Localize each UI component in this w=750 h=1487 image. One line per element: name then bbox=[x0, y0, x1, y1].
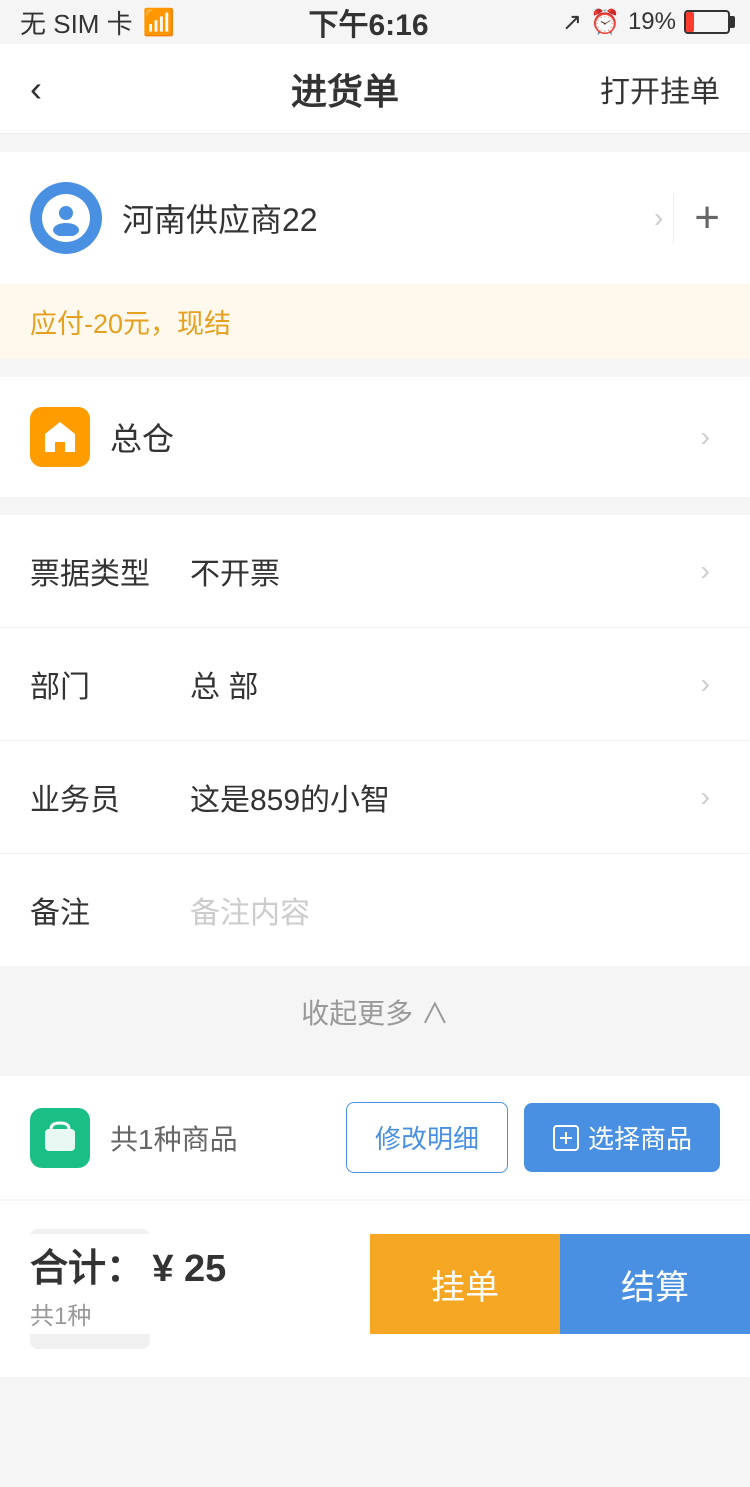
location-icon: ↗ bbox=[562, 8, 582, 37]
warehouse-icon bbox=[30, 407, 90, 467]
notice-text: 应付-20元，现结 bbox=[30, 309, 231, 339]
invoice-value: 不开票 bbox=[170, 549, 701, 593]
total-value: ¥ 25 bbox=[152, 1248, 226, 1290]
open-hang-button[interactable]: 打开挂单 bbox=[600, 67, 720, 111]
select-product-label: 选择商品 bbox=[588, 1119, 692, 1156]
supplier-row[interactable]: 河南供应商22 › + bbox=[0, 152, 750, 284]
avatar-inner bbox=[42, 194, 90, 242]
supplier-avatar bbox=[30, 182, 102, 254]
nav-bar: ‹ 进货单 打开挂单 bbox=[0, 44, 750, 134]
bottom-bar: 合计： ¥ 25 共1种 挂单 结算 bbox=[0, 1234, 750, 1334]
select-icon bbox=[552, 1124, 580, 1152]
dept-row[interactable]: 部门 总 部 › bbox=[0, 628, 750, 741]
wifi-icon: 📶 bbox=[143, 7, 175, 38]
battery-icon bbox=[684, 10, 730, 34]
cart-icon bbox=[41, 1119, 79, 1157]
warehouse-chevron-icon: › bbox=[701, 421, 710, 453]
total-label: 合计： bbox=[30, 1248, 144, 1290]
notice-bar: 应付-20元，现结 bbox=[0, 284, 750, 359]
battery-fill bbox=[686, 12, 694, 32]
remark-label: 备注 bbox=[30, 888, 170, 932]
back-button[interactable]: ‹ bbox=[30, 68, 90, 110]
form-section: 票据类型 不开票 › 部门 总 部 › 业务员 这是859的小智 › 备注 备注… bbox=[0, 515, 750, 966]
supplier-name: 河南供应商22 bbox=[122, 195, 654, 241]
user-icon bbox=[48, 200, 84, 236]
status-carrier: 无 SIM 卡 📶 bbox=[20, 4, 175, 41]
chevron-right-icon: › bbox=[654, 202, 663, 234]
carrier-text: 无 SIM 卡 bbox=[20, 4, 133, 41]
total-section: 合计： ¥ 25 共1种 bbox=[0, 1234, 370, 1334]
dept-chevron-icon: › bbox=[701, 668, 710, 700]
remark-row[interactable]: 备注 备注内容 bbox=[0, 854, 750, 966]
warehouse-section[interactable]: 总仓 › bbox=[0, 377, 750, 497]
invoice-row[interactable]: 票据类型 不开票 › bbox=[0, 515, 750, 628]
products-header: 共1种商品 修改明细 选择商品 bbox=[0, 1076, 750, 1199]
dept-value: 总 部 bbox=[170, 662, 701, 706]
status-time: 下午6:16 bbox=[308, 0, 428, 44]
sales-chevron-icon: › bbox=[701, 781, 710, 813]
status-right: ↗ ⏰ 19% bbox=[562, 8, 730, 37]
products-icon bbox=[30, 1108, 90, 1168]
house-icon bbox=[41, 418, 79, 456]
sales-value: 这是859的小智 bbox=[170, 775, 701, 819]
total-count: 共1种 bbox=[30, 1296, 340, 1331]
dept-label: 部门 bbox=[30, 662, 170, 706]
battery-text: 19% bbox=[628, 8, 676, 36]
alarm-icon: ⏰ bbox=[590, 8, 620, 37]
bottom-spacer bbox=[0, 1377, 750, 1487]
add-button[interactable]: + bbox=[673, 193, 720, 243]
remark-input[interactable]: 备注内容 bbox=[170, 888, 720, 932]
warehouse-name: 总仓 bbox=[110, 414, 701, 460]
sales-row[interactable]: 业务员 这是859的小智 › bbox=[0, 741, 750, 854]
settle-button[interactable]: 结算 bbox=[560, 1234, 750, 1334]
page-title: 进货单 bbox=[291, 63, 399, 115]
hang-button[interactable]: 挂单 bbox=[370, 1234, 560, 1334]
sales-label: 业务员 bbox=[30, 775, 170, 819]
edit-detail-button[interactable]: 修改明细 bbox=[346, 1102, 508, 1173]
supplier-section: 河南供应商22 › + 应付-20元，现结 bbox=[0, 152, 750, 359]
invoice-label: 票据类型 bbox=[30, 549, 170, 593]
total-amount: 合计： ¥ 25 bbox=[30, 1237, 340, 1292]
collapse-toggle[interactable]: 收起更多 ∧ bbox=[0, 966, 750, 1058]
invoice-chevron-icon: › bbox=[701, 555, 710, 587]
product-count: 共1种商品 bbox=[110, 1118, 346, 1158]
status-bar: 无 SIM 卡 📶 下午6:16 ↗ ⏰ 19% bbox=[0, 0, 750, 44]
select-product-button[interactable]: 选择商品 bbox=[524, 1103, 720, 1172]
